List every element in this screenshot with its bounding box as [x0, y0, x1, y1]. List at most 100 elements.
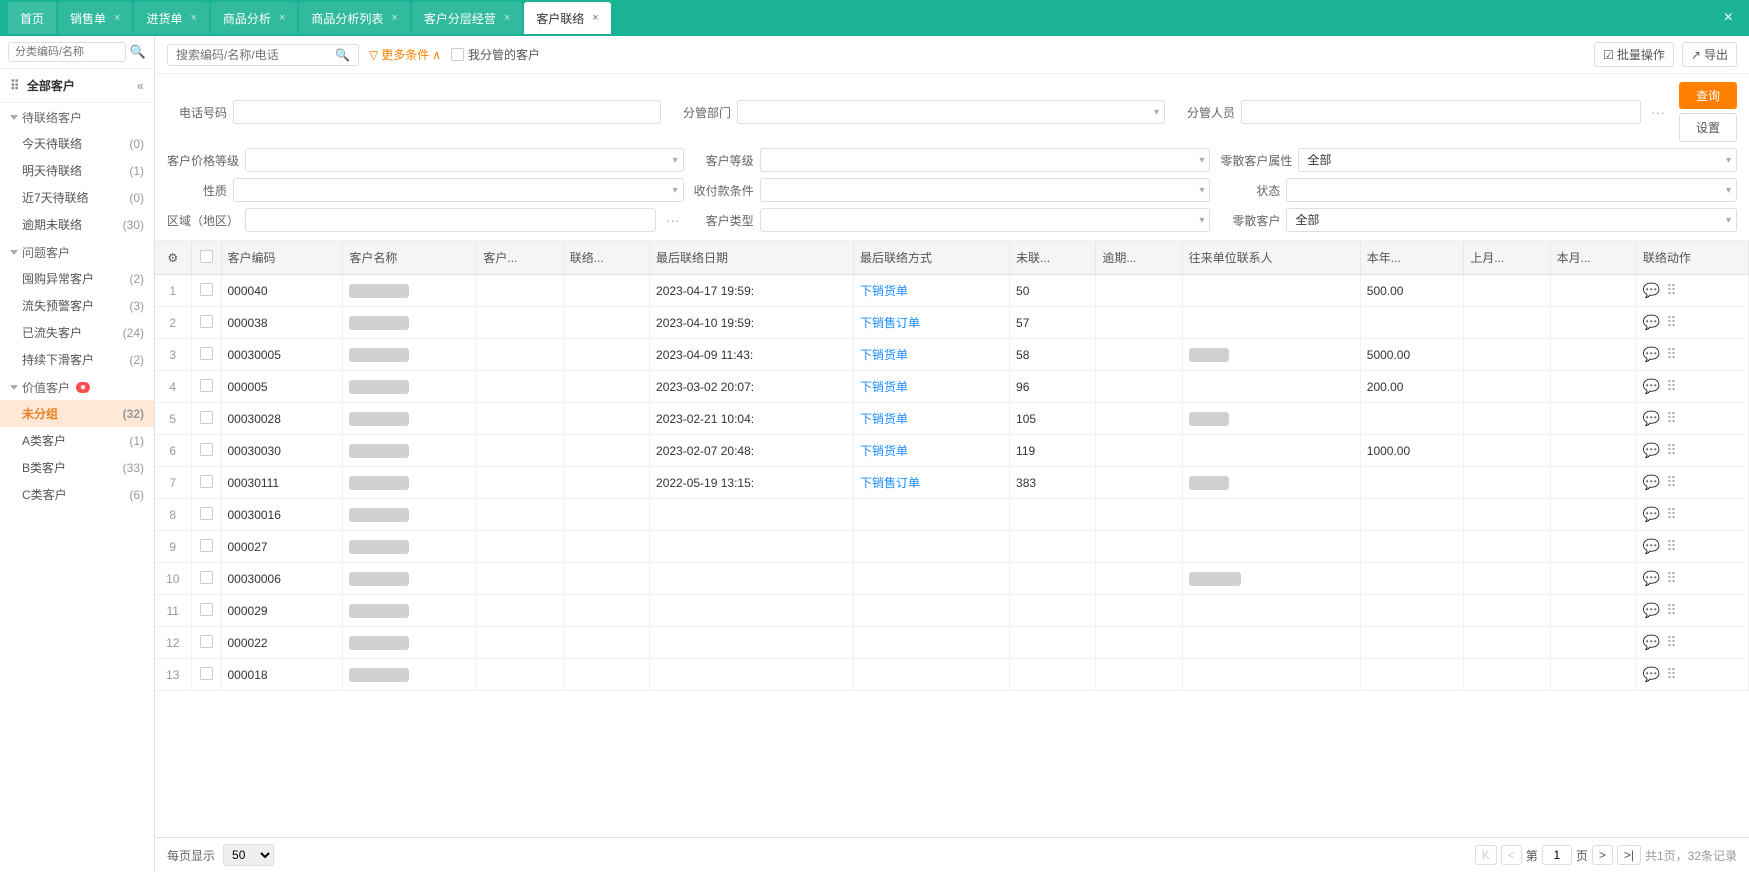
chat-icon[interactable]: 💬	[1643, 282, 1660, 299]
chat-icon[interactable]: 💬	[1643, 314, 1660, 331]
collapse-sidebar-button[interactable]: «	[137, 78, 144, 93]
sidebar-search-input[interactable]	[8, 42, 126, 62]
chat-icon[interactable]: 💬	[1643, 346, 1660, 363]
tab-customer-layer[interactable]: 客户分层经营 ×	[412, 2, 522, 34]
person-dots-icon[interactable]: ···	[1647, 104, 1669, 120]
sidebar-item-churned[interactable]: 已流失客户 (24)	[0, 319, 154, 346]
person-input[interactable]	[1241, 100, 1641, 124]
last-way-link[interactable]: 下销货单	[860, 412, 908, 426]
row-checkbox[interactable]	[191, 403, 221, 435]
row-checkbox[interactable]	[191, 339, 221, 371]
row-checkbox[interactable]	[191, 563, 221, 595]
sidebar-item-today[interactable]: 今天待联络 (0)	[0, 130, 154, 157]
this-year-column-header[interactable]: 本年...	[1360, 241, 1464, 275]
last-way-link[interactable]: 下销货单	[860, 380, 908, 394]
type-column-header[interactable]: 客户...	[477, 241, 563, 275]
sidebar-item-7days[interactable]: 近7天待联络 (0)	[0, 184, 154, 211]
more-icon[interactable]: ⠿	[1666, 442, 1676, 459]
tab-sales[interactable]: 销售单 ×	[58, 2, 132, 34]
contact-column-header[interactable]: 联络...	[563, 241, 649, 275]
my-customers-checkbox[interactable]	[451, 48, 464, 61]
sidebar-item-overdue[interactable]: 逾期未联络 (30)	[0, 211, 154, 238]
sidebar-item-tomorrow[interactable]: 明天待联络 (1)	[0, 157, 154, 184]
chat-icon[interactable]: 💬	[1643, 666, 1660, 683]
chat-icon[interactable]: 💬	[1643, 538, 1660, 555]
last-way-column-header[interactable]: 最后联络方式	[853, 241, 1009, 275]
retail-customer-select[interactable]: 全部	[1286, 208, 1737, 232]
customer-level-select[interactable]	[760, 148, 1211, 172]
no-contact-column-header[interactable]: 未联...	[1010, 241, 1096, 275]
sidebar-item-churn-warning[interactable]: 流失预警客户 (3)	[0, 292, 154, 319]
next-page-button[interactable]: >	[1592, 845, 1613, 865]
chat-icon[interactable]: 💬	[1643, 570, 1660, 587]
close-product-list-tab[interactable]: ×	[391, 12, 397, 24]
sidebar-item-class-a[interactable]: A类客户 (1)	[0, 427, 154, 454]
name-column-header[interactable]: 客户名称	[343, 241, 477, 275]
row-checkbox[interactable]	[191, 371, 221, 403]
more-icon[interactable]: ⠿	[1666, 410, 1676, 427]
tab-purchase[interactable]: 进货单 ×	[134, 2, 208, 34]
sidebar-item-unclassified[interactable]: 未分组 (32)	[0, 400, 154, 427]
close-sales-tab[interactable]: ×	[114, 12, 120, 24]
close-customer-contact-tab[interactable]: ×	[592, 12, 598, 24]
row-checkbox[interactable]	[191, 595, 221, 627]
dept-select[interactable]	[737, 100, 1165, 124]
more-icon[interactable]: ⠿	[1666, 314, 1676, 331]
last-month-column-header[interactable]: 上月...	[1464, 241, 1550, 275]
close-product-analysis-tab[interactable]: ×	[279, 12, 285, 24]
tab-product-list[interactable]: 商品分析列表 ×	[299, 2, 409, 34]
chat-icon[interactable]: 💬	[1643, 410, 1660, 427]
last-way-link[interactable]: 下销售订单	[860, 476, 920, 490]
row-checkbox[interactable]	[191, 275, 221, 307]
retail-attr-select[interactable]: 全部	[1298, 148, 1737, 172]
more-icon[interactable]: ⠿	[1666, 474, 1676, 491]
row-checkbox[interactable]	[191, 435, 221, 467]
pending-contact-header[interactable]: 待联络客户	[0, 103, 154, 130]
row-checkbox[interactable]	[191, 499, 221, 531]
page-number-input[interactable]	[1542, 845, 1572, 865]
more-icon[interactable]: ⠿	[1666, 538, 1676, 555]
code-column-header[interactable]: 客户编码	[221, 241, 343, 275]
all-customers-header[interactable]: ⠿ 全部客户 «	[0, 69, 154, 103]
more-icon[interactable]: ⠿	[1666, 666, 1676, 683]
more-conditions-button[interactable]: ▽ 更多条件 ∧	[369, 46, 441, 63]
last-way-link[interactable]: 下销货单	[860, 348, 908, 362]
close-customer-layer-tab[interactable]: ×	[504, 12, 510, 24]
more-icon[interactable]: ⠿	[1666, 378, 1676, 395]
last-way-link[interactable]: 下销货单	[860, 284, 908, 298]
reset-button[interactable]: 设置	[1679, 113, 1737, 142]
first-page-button[interactable]: K	[1475, 845, 1497, 865]
customer-type-select[interactable]	[760, 208, 1211, 232]
prev-page-button[interactable]: <	[1501, 845, 1522, 865]
chat-icon[interactable]: 💬	[1643, 602, 1660, 619]
gender-select[interactable]	[233, 178, 684, 202]
more-icon[interactable]: ⠿	[1666, 602, 1676, 619]
row-checkbox[interactable]	[191, 307, 221, 339]
last-page-button[interactable]: >|	[1617, 845, 1641, 865]
sidebar-item-hoarding-abnormal[interactable]: 囤购异常客户 (2)	[0, 265, 154, 292]
row-checkbox[interactable]	[191, 467, 221, 499]
value-customers-header[interactable]: 价值客户 ●	[0, 373, 154, 400]
last-date-column-header[interactable]: 最后联络日期	[650, 241, 854, 275]
query-button[interactable]: 查询	[1679, 82, 1737, 109]
region-dots-icon[interactable]: ···	[662, 212, 684, 228]
row-checkbox[interactable]	[191, 531, 221, 563]
more-icon[interactable]: ⠿	[1666, 506, 1676, 523]
tab-home[interactable]: 首页	[8, 2, 56, 34]
close-purchase-tab[interactable]: ×	[190, 12, 196, 24]
last-way-link[interactable]: 下销货单	[860, 444, 908, 458]
sidebar-search-icon[interactable]: 🔍	[130, 44, 146, 60]
overdue-column-header[interactable]: 逾期...	[1096, 241, 1182, 275]
problem-customers-header[interactable]: 问题客户	[0, 238, 154, 265]
more-icon[interactable]: ⠿	[1666, 570, 1676, 587]
more-icon[interactable]: ⠿	[1666, 346, 1676, 363]
region-input[interactable]	[245, 208, 656, 232]
sidebar-item-declining[interactable]: 持续下滑客户 (2)	[0, 346, 154, 373]
payment-select[interactable]	[760, 178, 1211, 202]
row-checkbox[interactable]	[191, 659, 221, 691]
price-level-select[interactable]	[245, 148, 684, 172]
phone-input[interactable]	[233, 100, 661, 124]
search-icon[interactable]: 🔍	[335, 48, 350, 62]
page-size-select[interactable]: 102050100	[223, 844, 274, 866]
settings-column-header[interactable]: ⚙	[155, 241, 191, 275]
